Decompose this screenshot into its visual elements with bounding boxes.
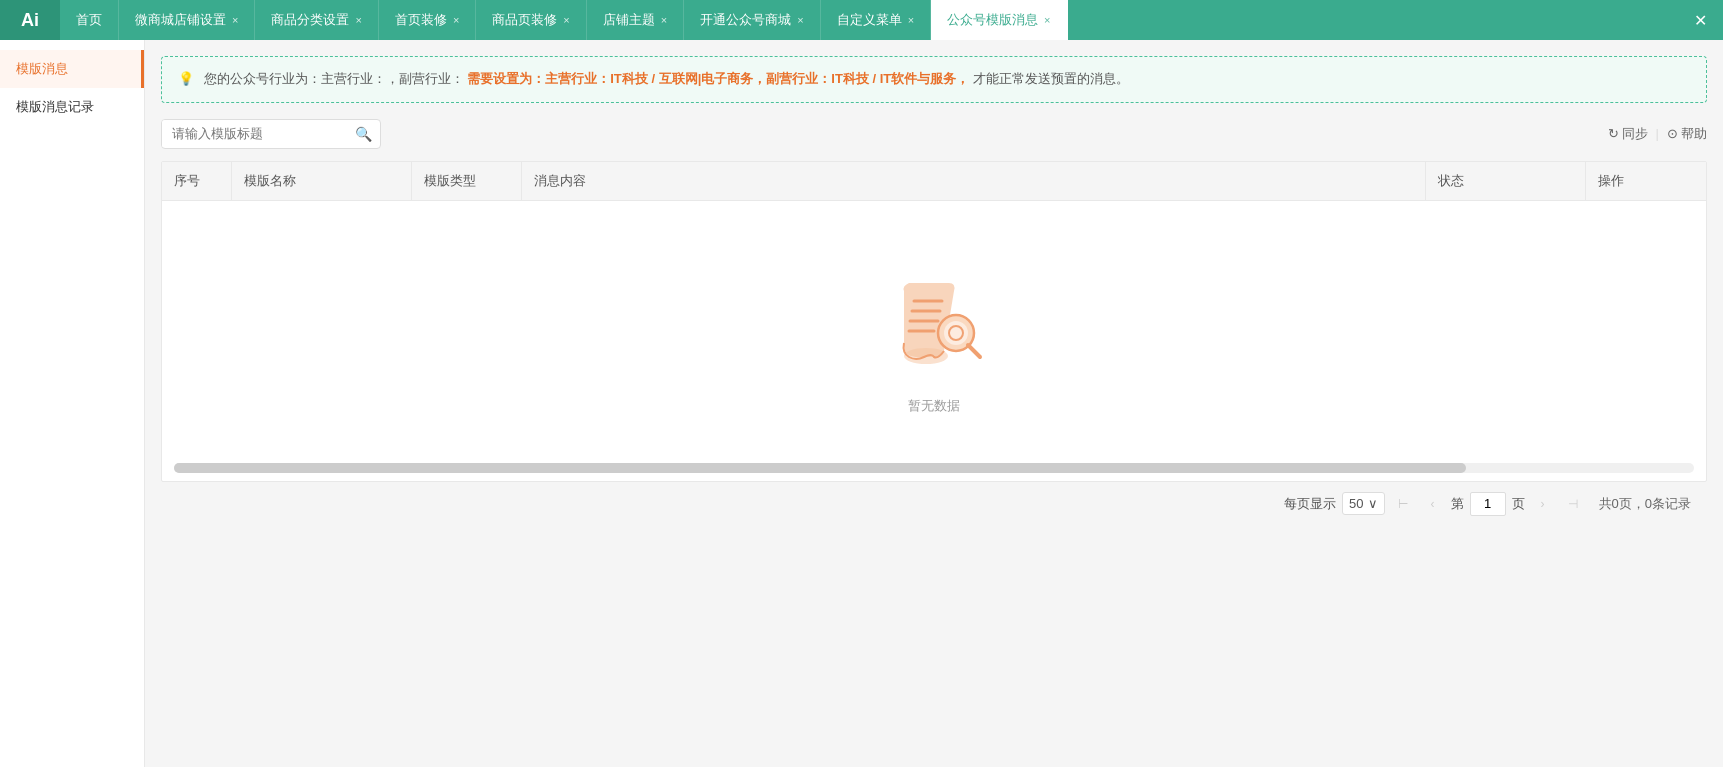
svg-line-7: [968, 345, 980, 357]
nav-tabs-container: 首页 微商城店铺设置 × 商品分类设置 × 首页装修 × 商品页装修 × 店铺主…: [60, 0, 1678, 40]
first-page-button[interactable]: ⊢: [1391, 492, 1415, 516]
page-size-value: 50: [1349, 496, 1363, 511]
page-size-dropdown-icon: ∨: [1368, 496, 1378, 511]
search-bar: 🔍 ↻ 同步 | ⊙ 帮助: [161, 119, 1707, 149]
tab-product-decor[interactable]: 商品页装修 ×: [476, 0, 586, 40]
top-navigation: Ai 首页 微商城店铺设置 × 商品分类设置 × 首页装修 × 商品页装修 × …: [0, 0, 1723, 40]
divider: |: [1656, 126, 1659, 141]
sidebar: 模版消息 模版消息记录: [0, 40, 145, 767]
close-tab-home-decor[interactable]: ×: [453, 14, 459, 26]
close-tab-template-msg[interactable]: ×: [1044, 14, 1050, 26]
sync-icon: ↻: [1608, 126, 1619, 141]
pagination: 每页显示 50 ∨ ⊢ ‹ 第 页 › ⊣ 共0页，0条记录: [161, 482, 1707, 526]
page-size-label: 每页显示: [1284, 495, 1336, 513]
scroll-thumb[interactable]: [174, 463, 1466, 473]
content-area: 💡 您的公众号行业为：主营行业：，副营行业： 需要设置为：主营行业：IT科技 /…: [145, 40, 1723, 767]
notice-banner: 💡 您的公众号行业为：主营行业：，副营行业： 需要设置为：主营行业：IT科技 /…: [161, 56, 1707, 103]
table-container: 序号 模版名称 模版类型 消息内容 状态 操作: [161, 161, 1707, 482]
svg-point-6: [944, 321, 968, 345]
sync-label: 同步: [1622, 125, 1648, 143]
notice-highlight: 需要设置为：主营行业：IT科技 / 互联网|电子商务，副营行业：IT科技 / I…: [467, 71, 969, 86]
page-di-label: 第: [1451, 495, 1464, 513]
search-button[interactable]: 🔍: [347, 120, 380, 148]
tab-open-mall[interactable]: 开通公众号商城 ×: [684, 0, 820, 40]
tab-home[interactable]: 首页: [60, 0, 119, 40]
empty-illustration: [874, 261, 994, 381]
total-info: 共0页，0条记录: [1599, 495, 1691, 513]
last-page-button[interactable]: ⊣: [1561, 492, 1585, 516]
close-tab-open-mall[interactable]: ×: [797, 14, 803, 26]
close-tab-product-category[interactable]: ×: [355, 14, 361, 26]
tab-template-msg[interactable]: 公众号模版消息 ×: [931, 0, 1067, 40]
th-status: 状态: [1426, 162, 1586, 200]
search-input-wrapper: 🔍: [161, 119, 381, 149]
close-tab-micro-shop[interactable]: ×: [232, 14, 238, 26]
close-tab-shop-theme[interactable]: ×: [661, 14, 667, 26]
sidebar-item-template-msg[interactable]: 模版消息: [0, 50, 144, 88]
tab-custom-menu[interactable]: 自定义菜单 ×: [821, 0, 931, 40]
table-header: 序号 模版名称 模版类型 消息内容 状态 操作: [162, 162, 1706, 201]
notice-icon: 💡: [178, 71, 194, 86]
app-logo: Ai: [0, 0, 60, 40]
help-icon: ⊙: [1667, 126, 1678, 141]
horizontal-scrollbar[interactable]: [174, 463, 1694, 473]
logo-text: Ai: [21, 10, 39, 31]
next-page-button[interactable]: ›: [1531, 492, 1555, 516]
prev-page-button[interactable]: ‹: [1421, 492, 1445, 516]
search-input[interactable]: [162, 120, 347, 147]
empty-text: 暂无数据: [908, 397, 960, 415]
empty-state: 暂无数据: [162, 201, 1706, 455]
th-index: 序号: [162, 162, 232, 200]
close-tab-custom-menu[interactable]: ×: [908, 14, 914, 26]
tab-micro-shop[interactable]: 微商城店铺设置 ×: [119, 0, 255, 40]
th-name: 模版名称: [232, 162, 412, 200]
page-label: 页: [1512, 495, 1525, 513]
page-size-select[interactable]: 50 ∨: [1342, 492, 1384, 515]
sidebar-item-template-record[interactable]: 模版消息记录: [0, 88, 144, 126]
close-tab-product-decor[interactable]: ×: [563, 14, 569, 26]
tab-home-decor[interactable]: 首页装修 ×: [379, 0, 476, 40]
tab-product-category[interactable]: 商品分类设置 ×: [255, 0, 378, 40]
search-left: 🔍: [161, 119, 381, 149]
notice-suffix: 才能正常发送预置的消息。: [973, 71, 1129, 86]
current-page-input[interactable]: [1470, 492, 1506, 516]
sync-button[interactable]: ↻ 同步: [1608, 125, 1648, 143]
notice-prefix: 您的公众号行业为：主营行业：，副营行业：: [204, 71, 464, 86]
tab-shop-theme[interactable]: 店铺主题 ×: [587, 0, 684, 40]
search-right: ↻ 同步 | ⊙ 帮助: [1608, 125, 1707, 143]
global-close-button[interactable]: ✕: [1678, 0, 1723, 40]
empty-svg-icon: [874, 261, 994, 381]
th-type: 模版类型: [412, 162, 522, 200]
main-layout: 模版消息 模版消息记录 💡 您的公众号行业为：主营行业：，副营行业： 需要设置为…: [0, 40, 1723, 767]
help-label: 帮助: [1681, 125, 1707, 143]
th-action: 操作: [1586, 162, 1706, 200]
th-content: 消息内容: [522, 162, 1426, 200]
help-button[interactable]: ⊙ 帮助: [1667, 125, 1707, 143]
